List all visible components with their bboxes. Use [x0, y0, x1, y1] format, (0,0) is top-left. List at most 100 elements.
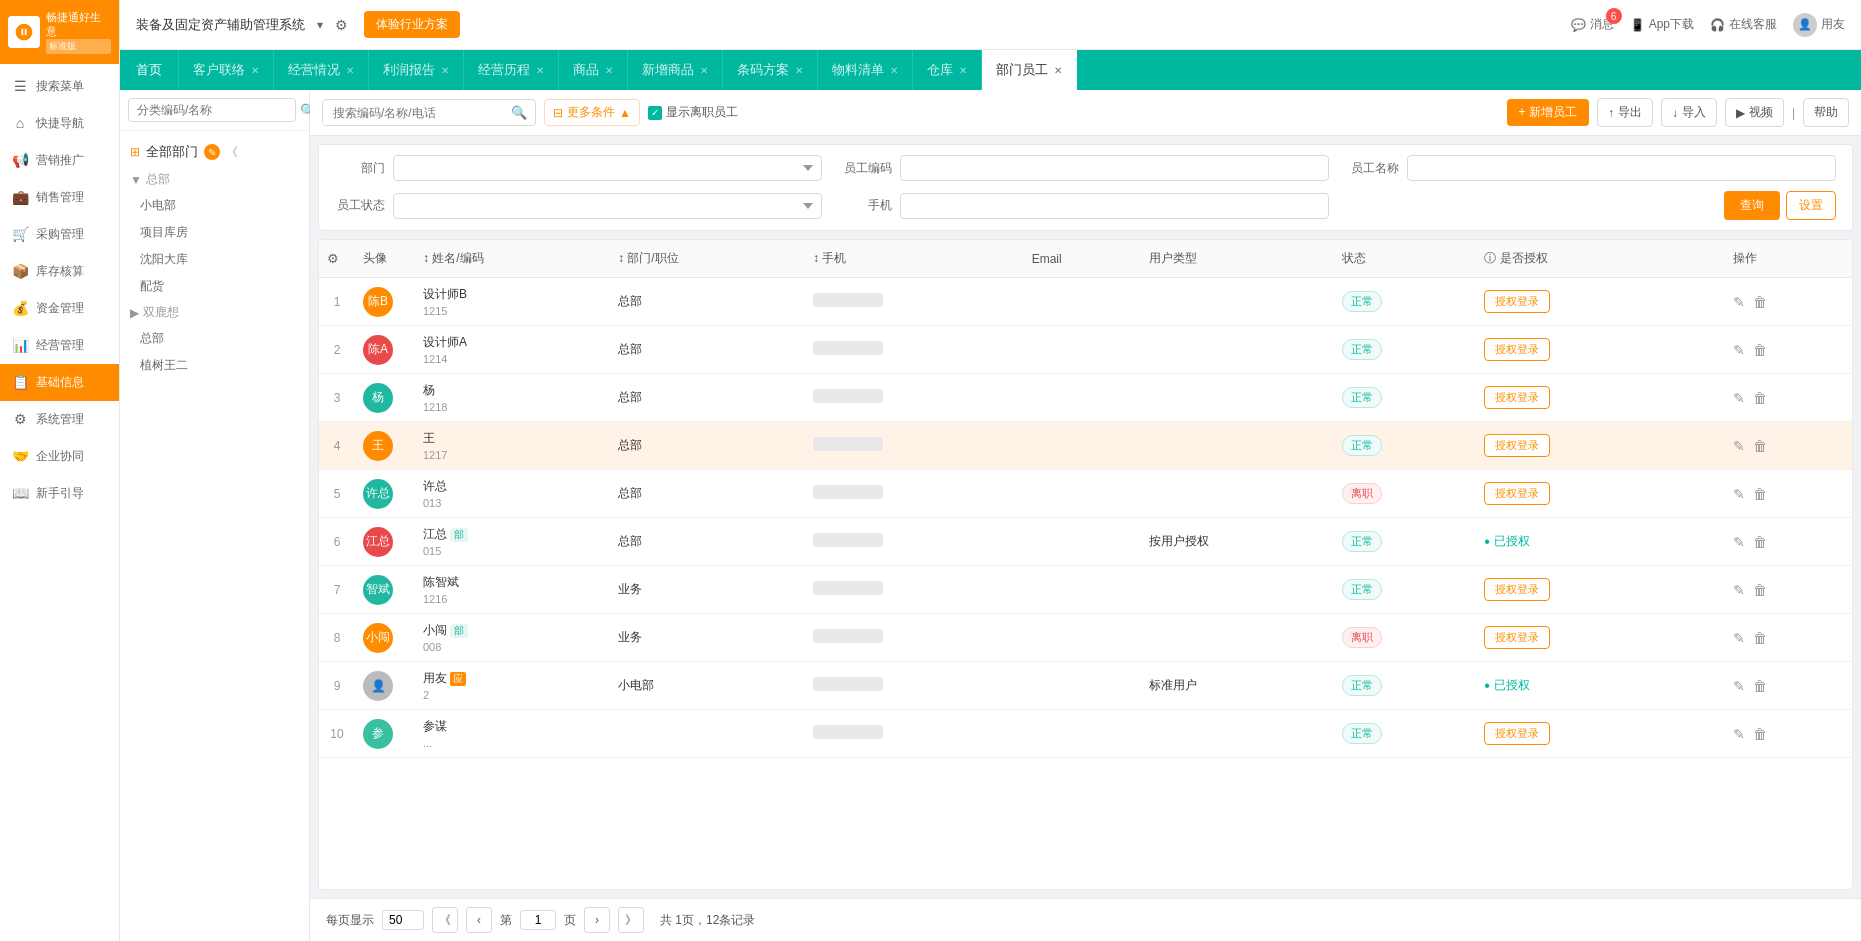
tab-profit-close[interactable]: ✕ [441, 65, 449, 76]
trial-button[interactable]: 体验行业方案 [364, 11, 460, 38]
export-button[interactable]: ↑ 导出 [1597, 98, 1653, 127]
col-settings-icon[interactable]: ⚙ [327, 251, 339, 266]
edit-icon[interactable]: ✎ [1733, 438, 1745, 454]
sidebar-item-operation[interactable]: 📊 经营管理 [0, 327, 119, 364]
delete-icon[interactable]: 🗑 [1753, 294, 1767, 310]
app-download-button[interactable]: 📱 App下载 [1630, 16, 1694, 33]
tab-barcode[interactable]: 条码方案 ✕ [723, 50, 818, 90]
next-page-button[interactable]: › [584, 907, 610, 933]
authorize-button[interactable]: 授权登录 [1484, 722, 1550, 745]
edit-icon[interactable]: ✎ [1733, 726, 1745, 742]
system-dropdown[interactable]: ▾ [317, 18, 323, 32]
dept-node-zhishu[interactable]: 植树王二 [120, 352, 309, 379]
tab-history-close[interactable]: ✕ [536, 65, 544, 76]
tab-goods-close[interactable]: ✕ [605, 65, 613, 76]
col-settings-header[interactable]: ⚙ [319, 240, 355, 278]
tab-customer[interactable]: 客户联络 ✕ [179, 50, 274, 90]
sidebar-item-sales[interactable]: 💼 销售管理 [0, 179, 119, 216]
dept-node-shenyang[interactable]: 沈阳大库 [120, 246, 309, 273]
filter-status-select[interactable] [393, 193, 822, 219]
dept-collapse-icon[interactable]: 《 [226, 144, 238, 161]
tab-operation-status[interactable]: 经营情况 ✕ [274, 50, 369, 90]
edit-icon[interactable]: ✎ [1733, 534, 1745, 550]
tab-employees[interactable]: 部门员工 ✕ [982, 50, 1077, 90]
col-phone-header[interactable]: ↕ 手机 [805, 240, 1024, 278]
tab-op-status-close[interactable]: ✕ [346, 65, 354, 76]
delete-icon[interactable]: 🗑 [1753, 390, 1767, 406]
tab-home[interactable]: 首页 [120, 50, 179, 90]
tab-warehouse-close[interactable]: ✕ [959, 65, 967, 76]
delete-icon[interactable]: 🗑 [1753, 582, 1767, 598]
authorize-button[interactable]: 授权登录 [1484, 290, 1550, 313]
page-size-select[interactable]: 50 [382, 910, 424, 930]
tab-goods[interactable]: 商品 ✕ [559, 50, 628, 90]
authorize-button[interactable]: 授权登录 [1484, 386, 1550, 409]
sidebar-item-system[interactable]: ⚙ 系统管理 [0, 401, 119, 438]
delete-icon[interactable]: 🗑 [1753, 486, 1767, 502]
sidebar-item-purchase[interactable]: 🛒 采购管理 [0, 216, 119, 253]
dept-node-zongbu[interactable]: 总部 [120, 325, 309, 352]
delete-icon[interactable]: 🗑 [1753, 726, 1767, 742]
sidebar-item-search[interactable]: ☰ 搜索菜单 [0, 68, 119, 105]
tab-employees-close[interactable]: ✕ [1054, 65, 1062, 76]
messages-button[interactable]: 💬 消息 6 [1571, 16, 1614, 33]
set-button[interactable]: 设置 [1786, 191, 1836, 220]
filter-dept-select[interactable] [393, 155, 822, 181]
tab-customer-close[interactable]: ✕ [251, 65, 259, 76]
tab-bom-close[interactable]: ✕ [890, 65, 898, 76]
import-button[interactable]: ↓ 导入 [1661, 98, 1717, 127]
tab-warehouse[interactable]: 仓库 ✕ [913, 50, 982, 90]
sidebar-item-marketing[interactable]: 📢 营销推广 [0, 142, 119, 179]
page-input[interactable] [520, 910, 556, 930]
first-page-button[interactable]: 《 [432, 907, 458, 933]
help-button[interactable]: 帮助 [1803, 98, 1849, 127]
authorize-button[interactable]: 授权登录 [1484, 338, 1550, 361]
edit-icon[interactable]: ✎ [1733, 390, 1745, 406]
dept-node-xiangmu[interactable]: 项目库房 [120, 219, 309, 246]
authorize-button[interactable]: 授权登录 [1484, 578, 1550, 601]
authorize-button[interactable]: 授权登录 [1484, 482, 1550, 505]
filter-phone-input[interactable] [900, 193, 1329, 219]
search-button[interactable]: 查询 [1724, 191, 1780, 220]
tab-barcode-close[interactable]: ✕ [795, 65, 803, 76]
sidebar-item-inventory[interactable]: 📦 库存核算 [0, 253, 119, 290]
more-filter-button[interactable]: ⊟ 更多条件 ▲ [544, 99, 640, 126]
tab-bom[interactable]: 物料清单 ✕ [818, 50, 913, 90]
dept-node-peihuo[interactable]: 配货 [120, 273, 309, 300]
search-icon[interactable]: 🔍 [503, 100, 535, 125]
settings-icon[interactable]: ⚙ [335, 17, 348, 33]
tab-new-goods-close[interactable]: ✕ [700, 65, 708, 76]
online-support-button[interactable]: 🎧 在线客服 [1710, 16, 1777, 33]
sidebar-item-cooperation[interactable]: 🤝 企业协同 [0, 438, 119, 475]
edit-icon[interactable]: ✎ [1733, 486, 1745, 502]
delete-icon[interactable]: 🗑 [1753, 678, 1767, 694]
edit-icon[interactable]: ✎ [1733, 582, 1745, 598]
add-employee-button[interactable]: + 新增员工 [1507, 99, 1589, 126]
tab-history[interactable]: 经营历程 ✕ [464, 50, 559, 90]
col-name-header[interactable]: ↕ 姓名/编码 [415, 240, 610, 278]
authorize-button[interactable]: 授权登录 [1484, 626, 1550, 649]
dept-all-header[interactable]: ⊞ 全部部门 ✎ 《 [120, 137, 309, 167]
user-avatar[interactable]: 👤 用友 [1793, 13, 1845, 37]
delete-icon[interactable]: 🗑 [1753, 438, 1767, 454]
view-button[interactable]: ▶ 视频 [1725, 98, 1784, 127]
authorize-button[interactable]: 授权登录 [1484, 434, 1550, 457]
dept-node-xiaodibu[interactable]: 小电部 [120, 192, 309, 219]
delete-icon[interactable]: 🗑 [1753, 342, 1767, 358]
prev-page-button[interactable]: ‹ [466, 907, 492, 933]
last-page-button[interactable]: 》 [618, 907, 644, 933]
edit-icon[interactable]: ✎ [1733, 294, 1745, 310]
delete-icon[interactable]: 🗑 [1753, 534, 1767, 550]
dept-edit-icon[interactable]: ✎ [204, 144, 220, 160]
tab-profit[interactable]: 利润报告 ✕ [369, 50, 464, 90]
filter-emp-name-input[interactable] [1407, 155, 1836, 181]
dept-search-input[interactable] [128, 98, 296, 122]
tab-new-goods[interactable]: 新增商品 ✕ [628, 50, 723, 90]
sidebar-item-capital[interactable]: 💰 资金管理 [0, 290, 119, 327]
edit-icon[interactable]: ✎ [1733, 630, 1745, 646]
delete-icon[interactable]: 🗑 [1753, 630, 1767, 646]
filter-emp-code-input[interactable] [900, 155, 1329, 181]
sidebar-item-shortcut[interactable]: ⌂ 快捷导航 [0, 105, 119, 142]
search-input[interactable] [323, 101, 503, 125]
col-dept-header[interactable]: ↕ 部门/职位 [610, 240, 805, 278]
